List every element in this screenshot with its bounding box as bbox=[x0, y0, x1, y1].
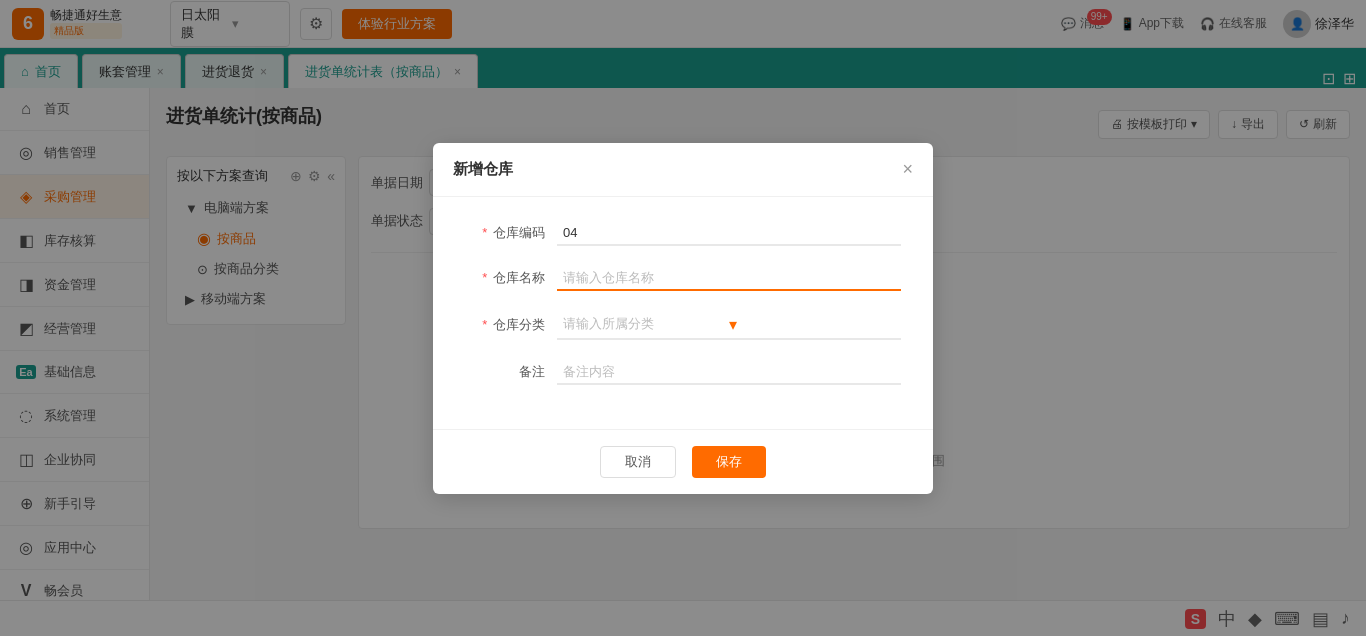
form-row-note: 备注 bbox=[465, 360, 901, 385]
chevron-down-icon6: ▾ bbox=[729, 315, 895, 334]
modal-title: 新增仓库 bbox=[453, 160, 513, 179]
category-placeholder: 请输入所属分类 bbox=[563, 315, 729, 333]
code-label: * 仓库编码 bbox=[465, 224, 545, 242]
form-row-category: * 仓库分类 请输入所属分类 ▾ bbox=[465, 311, 901, 340]
add-warehouse-modal: 新增仓库 × * 仓库编码 * 仓库名称 bbox=[433, 143, 933, 494]
note-input[interactable] bbox=[557, 360, 901, 385]
name-input[interactable] bbox=[557, 266, 901, 291]
code-input[interactable] bbox=[557, 221, 901, 246]
modal-footer: 取消 保存 bbox=[433, 429, 933, 494]
category-label: * 仓库分类 bbox=[465, 316, 545, 334]
cancel-button[interactable]: 取消 bbox=[600, 446, 676, 478]
modal-close-button[interactable]: × bbox=[902, 159, 913, 180]
form-row-code: * 仓库编码 bbox=[465, 221, 901, 246]
form-row-name: * 仓库名称 bbox=[465, 266, 901, 291]
modal-body: * 仓库编码 * 仓库名称 * 仓库分类 请输入 bbox=[433, 197, 933, 429]
name-label: * 仓库名称 bbox=[465, 269, 545, 287]
save-button[interactable]: 保存 bbox=[692, 446, 766, 478]
category-select[interactable]: 请输入所属分类 ▾ bbox=[557, 311, 901, 340]
modal-overlay: 新增仓库 × * 仓库编码 * 仓库名称 bbox=[0, 0, 1366, 636]
note-label: 备注 bbox=[465, 363, 545, 381]
modal-header: 新增仓库 × bbox=[433, 143, 933, 197]
